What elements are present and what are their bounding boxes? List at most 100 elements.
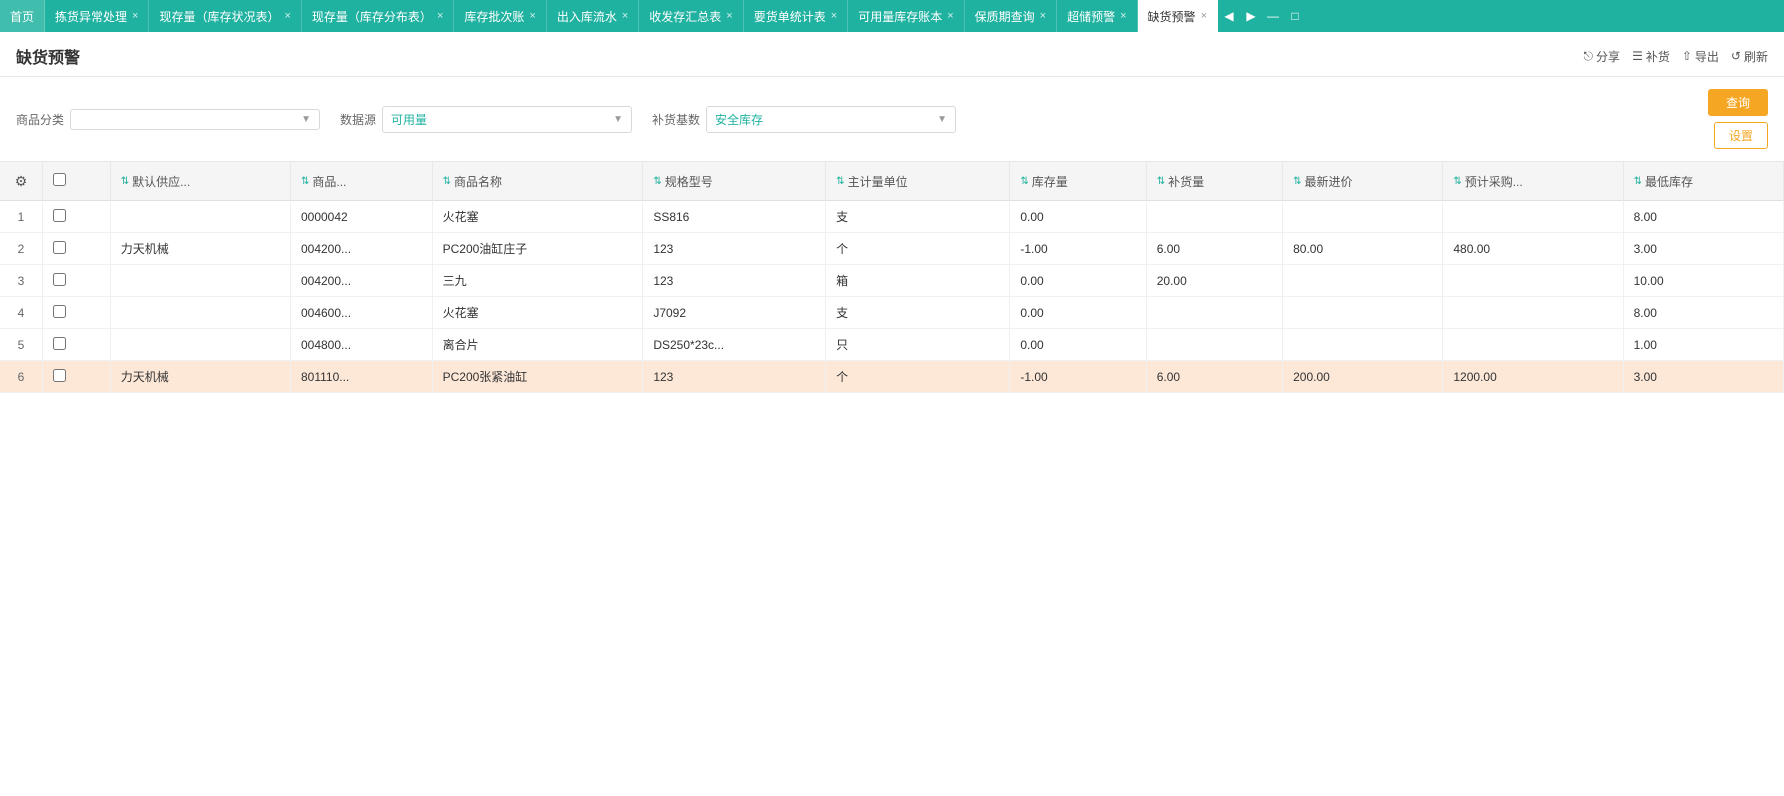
row-replenish-0 bbox=[1146, 201, 1282, 233]
tab-overstock[interactable]: 超储预警 × bbox=[1057, 0, 1137, 32]
export-button[interactable]: ⇧ 导出 bbox=[1682, 48, 1719, 65]
col-product-name-sort-icon: ⇅ bbox=[443, 176, 451, 187]
page-header: 缺货预警 ⎋ 分享 ☰ 补货 ⇧ 导出 ↺ 刷新 bbox=[0, 32, 1784, 77]
col-spec-sort-icon: ⇅ bbox=[653, 176, 661, 187]
row-checkbox-3[interactable] bbox=[43, 297, 111, 329]
tab-inventory-dist[interactable]: 现存量（库存分布表） × bbox=[302, 0, 454, 32]
share-button[interactable]: ⎋ 分享 bbox=[1584, 48, 1621, 65]
row-stock-2: 0.00 bbox=[1010, 265, 1146, 297]
tab-close-order-stat[interactable]: × bbox=[831, 10, 837, 22]
tab-shortage[interactable]: 缺货预警 × bbox=[1138, 0, 1218, 32]
row-price-1: 80.00 bbox=[1283, 233, 1443, 265]
tab-close-overstock[interactable]: × bbox=[1120, 10, 1126, 22]
row-price-0 bbox=[1283, 201, 1443, 233]
table-row: 2 力天机械 004200... PC200油缸庄子 123 个 -1.00 6… bbox=[0, 233, 1784, 265]
tab-close-expiry-query[interactable]: × bbox=[1040, 10, 1046, 22]
tab-batch-account[interactable]: 库存批次账 × bbox=[454, 0, 546, 32]
tab-minimize-btn[interactable]: — bbox=[1262, 0, 1284, 32]
col-stock-sort-icon: ⇅ bbox=[1020, 176, 1028, 187]
col-min-stock-sort-icon: ⇅ bbox=[1634, 176, 1642, 187]
table-row: 5 004800... 离合片 DS250*23c... 只 0.00 1.00 bbox=[0, 329, 1784, 361]
datasource-filter-group: 数据源 可用量 ▼ bbox=[340, 106, 632, 133]
select-all-checkbox[interactable] bbox=[53, 173, 66, 186]
row-name-0: 火花塞 bbox=[432, 201, 643, 233]
datasource-select[interactable]: 可用量 ▼ bbox=[382, 106, 632, 133]
row-checkbox-1[interactable] bbox=[43, 233, 111, 265]
datasource-label: 数据源 bbox=[340, 111, 376, 128]
row-estimated-1: 480.00 bbox=[1443, 233, 1623, 265]
row-spec-3: J7092 bbox=[643, 297, 826, 329]
tab-expiry-query[interactable]: 保质期查询 × bbox=[965, 0, 1057, 32]
tab-inventory-status[interactable]: 现存量（库存状况表） × bbox=[149, 0, 301, 32]
replenish-base-select[interactable]: 安全库存 ▼ bbox=[706, 106, 956, 133]
table-row: 3 004200... 三九 123 箱 0.00 20.00 10.00 bbox=[0, 265, 1784, 297]
row-unit-3: 支 bbox=[826, 297, 1010, 329]
tab-available-ledger[interactable]: 可用量库存账本 × bbox=[848, 0, 964, 32]
tab-inout-flow[interactable]: 出入库流水 × bbox=[547, 0, 639, 32]
tab-close-available-ledger[interactable]: × bbox=[947, 10, 953, 22]
tab-exception[interactable]: 拣货异常处理 × bbox=[45, 0, 149, 32]
row-num-4: 5 bbox=[0, 329, 43, 361]
col-replenish-qty: ⇅ 补货量 bbox=[1146, 162, 1282, 201]
col-spec: ⇅ 规格型号 bbox=[643, 162, 826, 201]
row-unit-0: 支 bbox=[826, 201, 1010, 233]
row-supplier-0 bbox=[110, 201, 290, 233]
row-supplier-2 bbox=[110, 265, 290, 297]
row-minstock-4: 1.00 bbox=[1623, 329, 1783, 361]
header-actions: ⎋ 分享 ☰ 补货 ⇧ 导出 ↺ 刷新 bbox=[1584, 48, 1768, 65]
row-stock-1: -1.00 bbox=[1010, 233, 1146, 265]
row-code-0: 0000042 bbox=[290, 201, 432, 233]
replenish-button[interactable]: ☰ 补货 bbox=[1632, 48, 1670, 65]
tab-close-shortage[interactable]: × bbox=[1201, 10, 1207, 22]
col-latest-price-sort-icon: ⇅ bbox=[1293, 176, 1301, 187]
table-container: ⚙ ⇅ 默认供应... ⇅ 商品... bbox=[0, 162, 1784, 393]
row-price-4 bbox=[1283, 329, 1443, 361]
row-checkbox-5[interactable] bbox=[43, 361, 111, 393]
row-minstock-2: 10.00 bbox=[1623, 265, 1783, 297]
category-select[interactable]: ▼ bbox=[70, 109, 320, 130]
table-row: 1 0000042 火花塞 SS816 支 0.00 8.00 bbox=[0, 201, 1784, 233]
tab-receipt-summary[interactable]: 收发存汇总表 × bbox=[639, 0, 743, 32]
export-icon: ⇧ bbox=[1682, 49, 1692, 63]
row-minstock-0: 8.00 bbox=[1623, 201, 1783, 233]
column-settings-icon[interactable]: ⚙ bbox=[10, 170, 32, 192]
row-stock-0: 0.00 bbox=[1010, 201, 1146, 233]
query-button[interactable]: 查询 bbox=[1708, 89, 1768, 116]
refresh-button[interactable]: ↺ 刷新 bbox=[1731, 48, 1768, 65]
row-code-3: 004600... bbox=[290, 297, 432, 329]
replenish-base-filter-group: 补货基数 安全库存 ▼ bbox=[652, 106, 956, 133]
row-supplier-3 bbox=[110, 297, 290, 329]
row-name-4: 离合片 bbox=[432, 329, 643, 361]
tab-order-stat[interactable]: 要货单统计表 × bbox=[744, 0, 848, 32]
tab-next-btn[interactable]: ▶ bbox=[1240, 0, 1262, 32]
row-name-2: 三九 bbox=[432, 265, 643, 297]
tab-maximize-btn[interactable]: □ bbox=[1284, 0, 1306, 32]
tab-close-batch-account[interactable]: × bbox=[529, 10, 535, 22]
shortage-table: ⚙ ⇅ 默认供应... ⇅ 商品... bbox=[0, 162, 1784, 393]
col-gear: ⚙ bbox=[0, 162, 43, 201]
tab-close-inout-flow[interactable]: × bbox=[622, 10, 628, 22]
row-replenish-1: 6.00 bbox=[1146, 233, 1282, 265]
settings-button[interactable]: 设置 bbox=[1714, 122, 1768, 149]
replenish-base-value: 安全库存 bbox=[715, 111, 763, 128]
tab-prev-btn[interactable]: ◀ bbox=[1218, 0, 1240, 32]
row-checkbox-4[interactable] bbox=[43, 329, 111, 361]
refresh-icon: ↺ bbox=[1731, 49, 1741, 63]
row-estimated-0 bbox=[1443, 201, 1623, 233]
tab-close-inventory-status[interactable]: × bbox=[284, 10, 290, 22]
row-minstock-3: 8.00 bbox=[1623, 297, 1783, 329]
col-replenish-sort-icon: ⇅ bbox=[1157, 176, 1165, 187]
row-checkbox-2[interactable] bbox=[43, 265, 111, 297]
row-checkbox-0[interactable] bbox=[43, 201, 111, 233]
tab-close-receipt-summary[interactable]: × bbox=[726, 10, 732, 22]
replenish-base-label: 补货基数 bbox=[652, 111, 700, 128]
col-estimated-purchase: ⇅ 预计采购... bbox=[1443, 162, 1623, 201]
row-price-2 bbox=[1283, 265, 1443, 297]
tab-close-exception[interactable]: × bbox=[132, 10, 138, 22]
category-arrow-icon: ▼ bbox=[301, 114, 311, 125]
tab-home[interactable]: 首页 bbox=[0, 0, 45, 32]
row-num-5: 6 bbox=[0, 361, 43, 393]
row-spec-1: 123 bbox=[643, 233, 826, 265]
tab-close-inventory-dist[interactable]: × bbox=[437, 10, 443, 22]
table-header-row: ⚙ ⇅ 默认供应... ⇅ 商品... bbox=[0, 162, 1784, 201]
